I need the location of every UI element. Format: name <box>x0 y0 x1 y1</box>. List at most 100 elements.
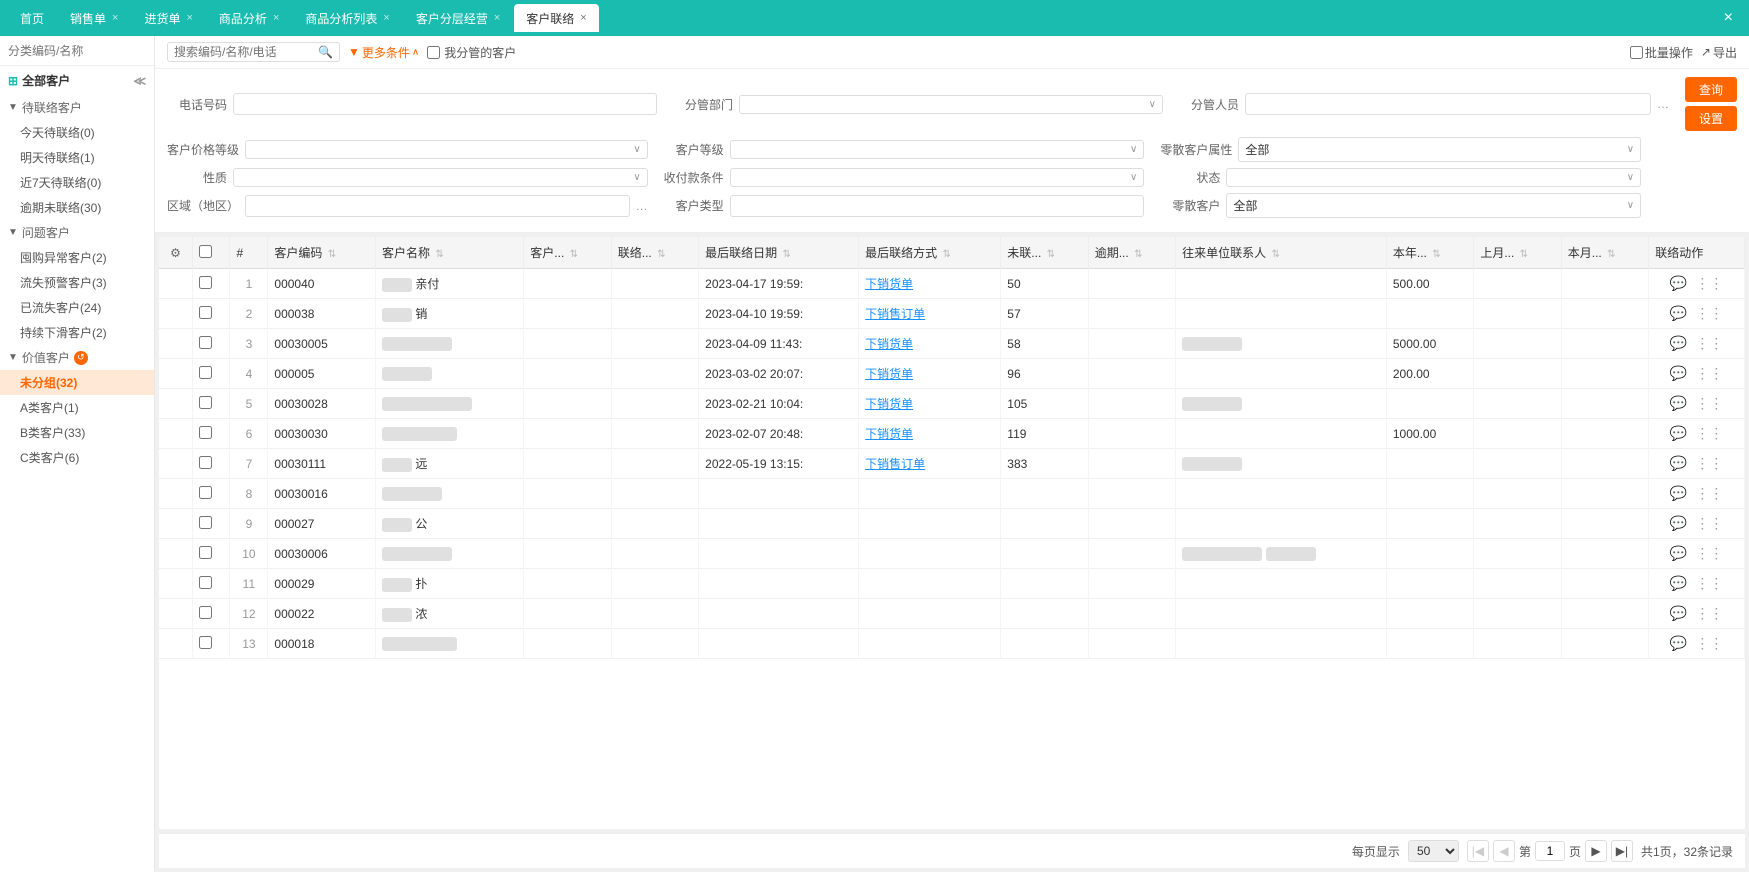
action-message-icon[interactable]: 💬 <box>1670 455 1687 472</box>
filter-dept-select[interactable]: ∨ <box>739 95 1163 114</box>
window-close-button[interactable]: × <box>1716 9 1741 27</box>
tab-customer-segment-close[interactable]: × <box>494 12 500 24</box>
action-message-icon[interactable]: 💬 <box>1670 335 1687 352</box>
td-check[interactable] <box>193 389 230 419</box>
filter-search-box[interactable]: 🔍 <box>167 42 340 62</box>
action-more-icon[interactable]: ⋮⋮ <box>1695 365 1723 382</box>
row-checkbox[interactable] <box>199 336 212 349</box>
tab-home[interactable]: 首页 <box>8 4 56 32</box>
prev-page-button[interactable]: ◀ <box>1493 840 1515 862</box>
row-checkbox[interactable] <box>199 396 212 409</box>
td-check[interactable] <box>193 419 230 449</box>
row-checkbox[interactable] <box>199 366 212 379</box>
action-more-icon[interactable]: ⋮⋮ <box>1695 605 1723 622</box>
tab-customer-contact-close[interactable]: × <box>580 12 586 24</box>
filter-customer-level-select[interactable]: ∨ <box>730 140 1145 159</box>
sidebar-item-declining[interactable]: 持续下滑客户(2) <box>0 320 154 345</box>
action-more-icon[interactable]: ⋮⋮ <box>1695 485 1723 502</box>
sidebar-item-hoarding-anomaly[interactable]: 囤购异常客户(2) <box>0 245 154 270</box>
tab-product-analysis-list-close[interactable]: × <box>383 12 389 24</box>
filter-nature-select[interactable]: ∨ <box>233 168 648 187</box>
tab-purchase-order-close[interactable]: × <box>186 12 192 24</box>
td-check[interactable] <box>193 299 230 329</box>
col-partner[interactable]: 往来单位联系人 ⇅ <box>1176 237 1387 269</box>
export-button[interactable]: ↗ 导出 <box>1701 44 1737 61</box>
sidebar-item-today-pending[interactable]: 今天待联络(0) <box>0 120 154 145</box>
sidebar-item-7days-pending[interactable]: 近7天待联络(0) <box>0 170 154 195</box>
sidebar-item-overdue-pending[interactable]: 逾期未联络(30) <box>0 195 154 220</box>
action-message-icon[interactable]: 💬 <box>1670 545 1687 562</box>
action-more-icon[interactable]: ⋮⋮ <box>1695 635 1723 652</box>
select-all-checkbox[interactable] <box>199 245 212 258</box>
col-check[interactable] <box>193 237 230 269</box>
filter-phone-input[interactable] <box>233 93 657 115</box>
action-more-icon[interactable]: ⋮⋮ <box>1695 455 1723 472</box>
col-this-year[interactable]: 本年... ⇅ <box>1386 237 1473 269</box>
more-conditions-button[interactable]: ▼ 更多条件 ∧ <box>348 44 419 61</box>
row-checkbox[interactable] <box>199 636 212 649</box>
row-checkbox[interactable] <box>199 306 212 319</box>
td-check[interactable] <box>193 539 230 569</box>
row-checkbox[interactable] <box>199 426 212 439</box>
row-checkbox[interactable] <box>199 456 212 469</box>
td-check[interactable] <box>193 269 230 299</box>
col-no-contact[interactable]: 未联... ⇅ <box>1001 237 1088 269</box>
td-check[interactable] <box>193 449 230 479</box>
sidebar-item-churn-warning[interactable]: 流失预警客户(3) <box>0 270 154 295</box>
filter-price-level-select[interactable]: ∨ <box>245 140 648 159</box>
td-check[interactable] <box>193 599 230 629</box>
query-button[interactable]: 查询 <box>1685 77 1737 102</box>
filter-manager-dots[interactable]: … <box>1657 97 1669 111</box>
filter-search-input[interactable] <box>174 45 314 59</box>
col-code[interactable]: 客户编码 ⇅ <box>268 237 376 269</box>
tab-sales-order[interactable]: 销售单 × <box>58 4 130 32</box>
col-type[interactable]: 客户... ⇅ <box>524 237 611 269</box>
action-message-icon[interactable]: 💬 <box>1670 635 1687 652</box>
td-check[interactable] <box>193 509 230 539</box>
td-check[interactable] <box>193 569 230 599</box>
action-more-icon[interactable]: ⋮⋮ <box>1695 575 1723 592</box>
sidebar-item-tomorrow-pending[interactable]: 明天待联络(1) <box>0 145 154 170</box>
last-method-link[interactable]: 下销货单 <box>865 427 913 441</box>
row-checkbox[interactable] <box>199 576 212 589</box>
action-more-icon[interactable]: ⋮⋮ <box>1695 545 1723 562</box>
next-page-button[interactable]: ▶ <box>1585 840 1607 862</box>
last-method-link[interactable]: 下销售订单 <box>865 307 925 321</box>
filter-region-input[interactable] <box>245 195 630 217</box>
col-name[interactable]: 客户名称 ⇅ <box>376 237 524 269</box>
sidebar-item-ungrouped[interactable]: 未分组(32) <box>0 370 154 395</box>
filter-region-dots[interactable]: … <box>636 199 648 213</box>
sidebar-collapse-icon[interactable]: ≪ <box>133 74 146 88</box>
batch-ops-check[interactable] <box>1630 46 1643 59</box>
action-more-icon[interactable]: ⋮⋮ <box>1695 395 1723 412</box>
sidebar-item-class-b[interactable]: B类客户(33) <box>0 420 154 445</box>
tab-purchase-order[interactable]: 进货单 × <box>132 4 204 32</box>
tab-customer-contact[interactable]: 客户联络 × <box>514 4 598 32</box>
filter-scattered-select[interactable]: 全部 ∨ <box>1226 193 1641 218</box>
action-message-icon[interactable]: 💬 <box>1670 365 1687 382</box>
tab-product-analysis-list[interactable]: 商品分析列表 × <box>293 4 401 32</box>
sidebar-item-class-c[interactable]: C类客户(6) <box>0 445 154 470</box>
row-checkbox[interactable] <box>199 516 212 529</box>
action-more-icon[interactable]: ⋮⋮ <box>1695 275 1723 292</box>
filter-customer-type-input[interactable] <box>730 195 1145 217</box>
row-checkbox[interactable] <box>199 486 212 499</box>
tab-product-analysis[interactable]: 商品分析 × <box>207 4 291 32</box>
last-method-link[interactable]: 下销货单 <box>865 277 913 291</box>
col-last-date[interactable]: 最后联络日期 ⇅ <box>699 237 859 269</box>
last-page-button[interactable]: ▶| <box>1611 840 1633 862</box>
sidebar-item-churned[interactable]: 已流失客户(24) <box>0 295 154 320</box>
sidebar-item-class-a[interactable]: A类客户(1) <box>0 395 154 420</box>
action-more-icon[interactable]: ⋮⋮ <box>1695 305 1723 322</box>
first-page-button[interactable]: |◀ <box>1467 840 1489 862</box>
all-customers-header[interactable]: ⊞ 全部客户 ≪ <box>0 66 154 95</box>
filter-status-select[interactable]: ∨ <box>1226 168 1641 187</box>
tab-customer-segment[interactable]: 客户分层经营 × <box>404 4 512 32</box>
my-customers-check[interactable] <box>427 46 440 59</box>
col-last-month[interactable]: 上月... ⇅ <box>1474 237 1561 269</box>
row-checkbox[interactable] <box>199 606 212 619</box>
page-size-select[interactable]: 50 100 200 <box>1408 840 1459 862</box>
row-checkbox[interactable] <box>199 276 212 289</box>
last-method-link[interactable]: 下销货单 <box>865 367 913 381</box>
td-check[interactable] <box>193 629 230 659</box>
